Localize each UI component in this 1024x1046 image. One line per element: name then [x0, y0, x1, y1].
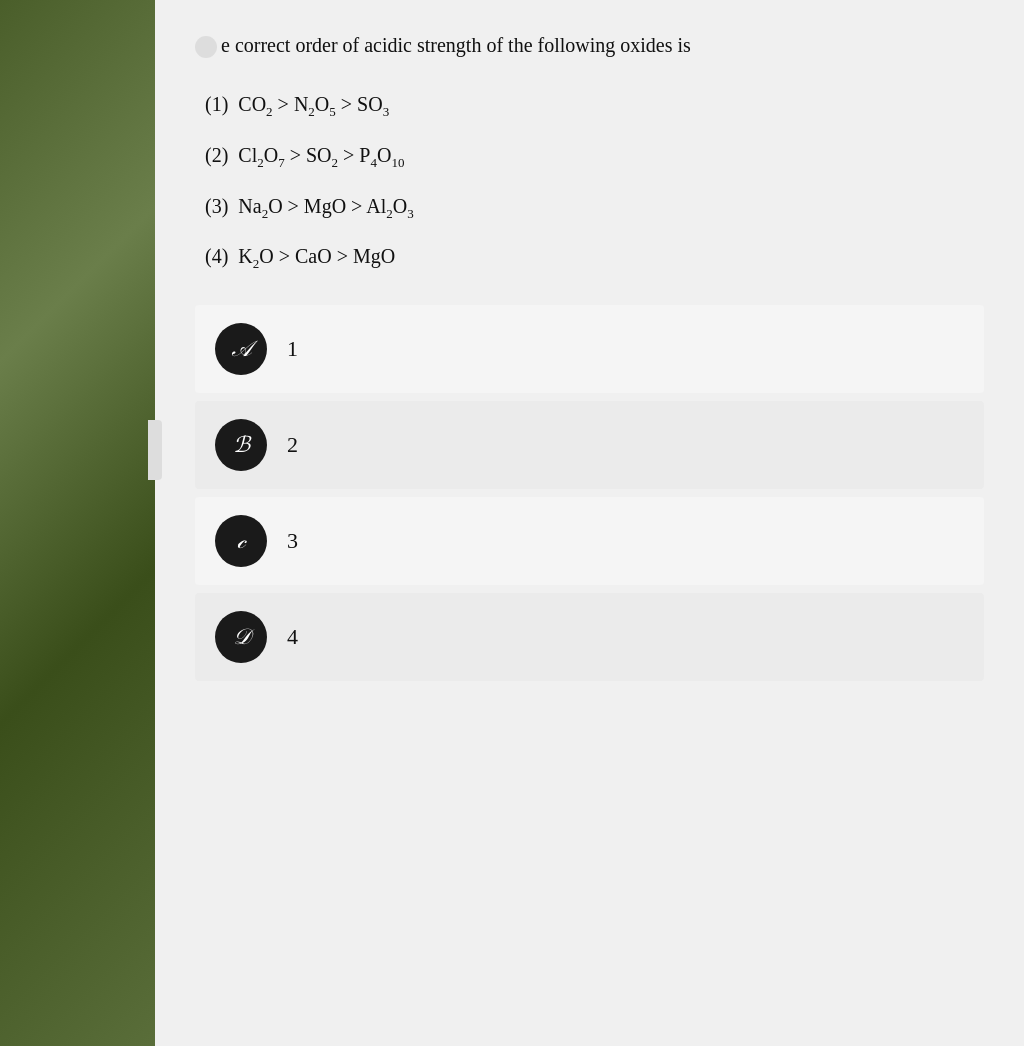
option-2: (2) Cl2O7 > SO2 > P4O10 — [205, 139, 984, 174]
answer-row-d[interactable]: 𝒟 4 — [195, 593, 984, 681]
circle-indicator — [195, 36, 217, 58]
answer-row-a[interactable]: 𝒜 1 — [195, 305, 984, 393]
question-text: e correct order of acidic strength of th… — [195, 30, 984, 60]
answer-label-b: 2 — [287, 432, 298, 458]
answer-label-d: 4 — [287, 624, 298, 650]
answer-label-c: 3 — [287, 528, 298, 554]
badge-c[interactable]: 𝒸 — [215, 515, 267, 567]
left-tab — [148, 420, 162, 480]
answer-options: 𝒜 1 ℬ 2 𝒸 3 𝒟 4 — [195, 305, 984, 681]
badge-a[interactable]: 𝒜 — [215, 323, 267, 375]
answer-row-b[interactable]: ℬ 2 — [195, 401, 984, 489]
answer-label-a: 1 — [287, 336, 298, 362]
bg-texture — [0, 0, 160, 1046]
option-1: (1) CO2 > N2O5 > SO3 — [205, 88, 984, 123]
question-card: e correct order of acidic strength of th… — [155, 0, 1024, 1046]
badge-d[interactable]: 𝒟 — [215, 611, 267, 663]
answer-row-c[interactable]: 𝒸 3 — [195, 497, 984, 585]
badge-b[interactable]: ℬ — [215, 419, 267, 471]
option-4: (4) K2O > CaO > MgO — [205, 240, 984, 275]
options-list: (1) CO2 > N2O5 > SO3 (2) Cl2O7 > SO2 > P… — [205, 88, 984, 275]
option-3: (3) Na2O > MgO > Al2O3 — [205, 190, 984, 225]
